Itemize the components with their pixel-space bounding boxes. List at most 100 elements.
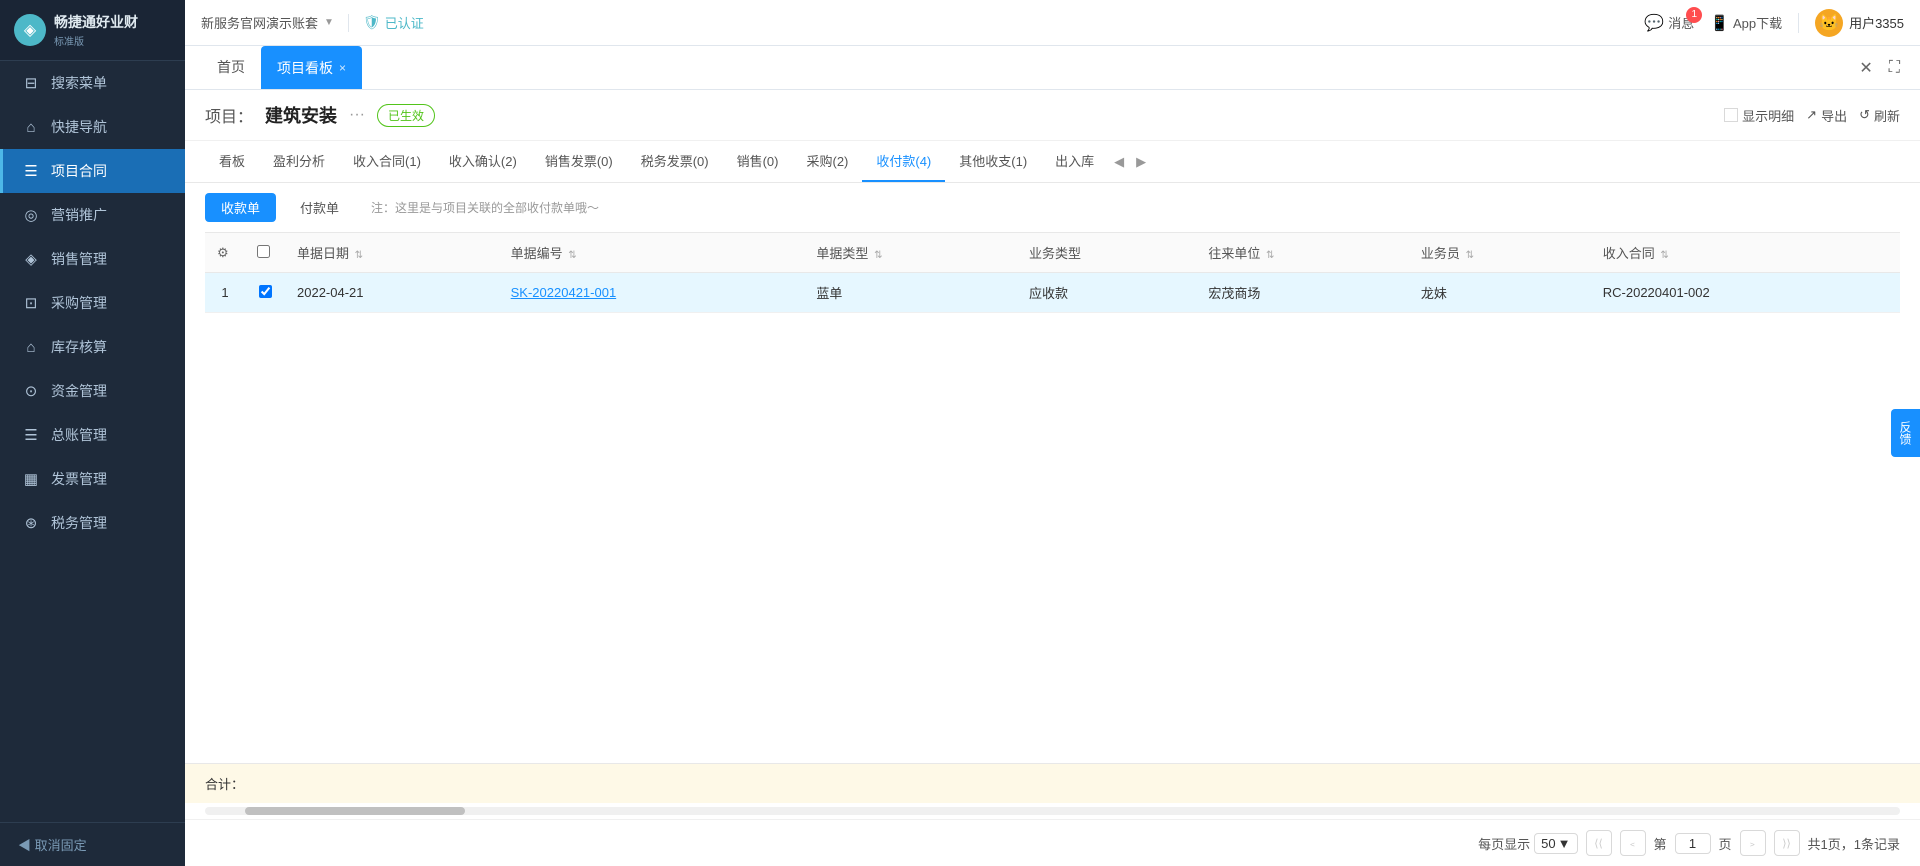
col-income-contract[interactable]: 收入合同 ⇅ bbox=[1591, 233, 1900, 273]
horizontal-scrollbar[interactable] bbox=[205, 807, 1900, 815]
search-menu-icon: ⊟ bbox=[21, 74, 41, 92]
feedback-button[interactable]: 反馈 bbox=[1891, 409, 1920, 457]
col-biz-type: 业务类型 bbox=[1017, 233, 1196, 273]
sidebar-unpin[interactable]: ◀ 取消固定 bbox=[0, 822, 185, 866]
tab-bar: 首页 项目看板 × ✕ ⛶ bbox=[185, 46, 1920, 90]
detail-checkbox[interactable] bbox=[1724, 108, 1738, 122]
tabs-container: 首页 项目看板 × bbox=[201, 46, 362, 89]
purchase-icon: ⊡ bbox=[21, 294, 41, 312]
sidebar-item-label: 项目合同 bbox=[51, 161, 107, 181]
sales-icon: ◈ bbox=[21, 250, 41, 268]
message-button[interactable]: 💬 消息 1 bbox=[1644, 13, 1694, 33]
prev-page-button[interactable]: ﹤ bbox=[1620, 830, 1646, 856]
sidebar-item-funds[interactable]: ⊙ 资金管理 bbox=[0, 369, 185, 413]
sidebar-item-label: 发票管理 bbox=[51, 469, 107, 489]
settings-icon[interactable]: ⚙ bbox=[217, 245, 229, 260]
show-detail-toggle[interactable]: 显示明细 bbox=[1724, 106, 1794, 125]
col-date-label: 单据日期 bbox=[297, 246, 349, 261]
sidebar-item-purchase[interactable]: ⊡ 采购管理 bbox=[0, 281, 185, 325]
tab-sales-invoice[interactable]: 销售发票(0) bbox=[531, 141, 627, 182]
refresh-icon: ↺ bbox=[1859, 107, 1870, 123]
tab-home[interactable]: 首页 bbox=[201, 46, 261, 89]
sidebar-item-invoice[interactable]: ▦ 发票管理 bbox=[0, 457, 185, 501]
tab-inout-label: 出入库 bbox=[1055, 151, 1094, 170]
document-link[interactable]: SK-20220421-001 bbox=[511, 285, 617, 300]
fullscreen-icon[interactable]: ⛶ bbox=[1885, 55, 1904, 81]
tab-purchase[interactable]: 采购(2) bbox=[792, 141, 862, 182]
row-number-cell[interactable]: SK-20220421-001 bbox=[499, 273, 805, 313]
next-page-button[interactable]: ﹥ bbox=[1740, 830, 1766, 856]
account-selector[interactable]: 新服务官网演示账套 ▼ bbox=[201, 13, 334, 32]
tab-other-income[interactable]: 其他收支(1) bbox=[945, 141, 1041, 182]
sidebar-item-search[interactable]: ⊟ 搜索菜单 bbox=[0, 61, 185, 105]
close-window-icon[interactable]: ✕ bbox=[1855, 54, 1876, 82]
show-detail-label: 显示明细 bbox=[1742, 106, 1794, 125]
select-all-checkbox[interactable] bbox=[257, 245, 270, 258]
sidebar-item-marketing[interactable]: ◎ 营销推广 bbox=[0, 193, 185, 237]
dropdown-icon: ▼ bbox=[324, 17, 334, 28]
sidebar-item-tax[interactable]: ⊛ 税务管理 bbox=[0, 501, 185, 545]
col-partner[interactable]: 往来单位 ⇅ bbox=[1196, 233, 1409, 273]
row-checkbox[interactable] bbox=[259, 285, 272, 298]
sidebar-item-label: 搜索菜单 bbox=[51, 73, 107, 93]
sort-icon: ⇅ bbox=[1660, 250, 1668, 261]
tab-sales-label: 销售(0) bbox=[737, 151, 779, 170]
avatar: 🐱 bbox=[1815, 9, 1843, 37]
col-settings[interactable]: ⚙ bbox=[205, 233, 245, 273]
sidebar-item-ledger[interactable]: ☰ 总账管理 bbox=[0, 413, 185, 457]
sort-icon: ⇅ bbox=[874, 250, 882, 261]
tab-tax-invoice[interactable]: 税务发票(0) bbox=[627, 141, 723, 182]
tab-income-confirm[interactable]: 收入确认(2) bbox=[435, 141, 531, 182]
row-biz-type: 应收款 bbox=[1017, 273, 1196, 313]
table-row[interactable]: 1 2022-04-21 SK-20220421-001 蓝单 应收款 宏茂商场… bbox=[205, 273, 1900, 313]
row-checkbox-cell[interactable] bbox=[245, 273, 285, 313]
app-download-button[interactable]: 📱 App下载 bbox=[1710, 13, 1782, 32]
row-date: 2022-04-21 bbox=[285, 273, 499, 313]
col-date[interactable]: 单据日期 ⇅ bbox=[285, 233, 499, 273]
inventory-icon: ⌂ bbox=[21, 339, 41, 356]
col-checkbox bbox=[245, 233, 285, 273]
more-options-icon[interactable]: ··· bbox=[349, 106, 365, 124]
user-menu[interactable]: 🐱 用户3355 bbox=[1815, 9, 1904, 37]
tab-collection[interactable]: 收付款(4) bbox=[862, 141, 945, 182]
project-status-badge: 已生效 bbox=[377, 104, 435, 127]
col-salesperson-label: 业务员 bbox=[1421, 246, 1460, 261]
sidebar-item-inventory[interactable]: ⌂ 库存核算 bbox=[0, 325, 185, 369]
first-page-button[interactable]: ⟨⟨ bbox=[1586, 830, 1612, 856]
tab-profit[interactable]: 盈利分析 bbox=[259, 141, 339, 182]
tab-project-kanban[interactable]: 项目看板 × bbox=[261, 46, 362, 89]
export-button[interactable]: ↗ 导出 bbox=[1806, 106, 1847, 125]
col-number-label: 单据编号 bbox=[511, 246, 563, 261]
page-size-dropdown[interactable]: 50 ▼ bbox=[1534, 833, 1577, 854]
tab-kanban[interactable]: 看板 bbox=[205, 141, 259, 182]
ledger-icon: ☰ bbox=[21, 426, 41, 444]
tab-close-icon[interactable]: × bbox=[339, 61, 346, 75]
message-icon: 💬 bbox=[1644, 13, 1664, 33]
sidebar-item-sales[interactable]: ◈ 销售管理 bbox=[0, 237, 185, 281]
account-name: 新服务官网演示账套 bbox=[201, 13, 318, 32]
col-salesperson[interactable]: 业务员 ⇅ bbox=[1409, 233, 1591, 273]
sidebar-item-quicknav[interactable]: ⌂ 快捷导航 bbox=[0, 105, 185, 149]
sort-icon: ⇅ bbox=[568, 250, 576, 261]
tab-income-contract[interactable]: 收入合同(1) bbox=[339, 141, 435, 182]
export-label: 导出 bbox=[1821, 106, 1847, 125]
tab-next-nav[interactable]: ▶ bbox=[1130, 154, 1152, 170]
row-partner: 宏茂商场 bbox=[1196, 273, 1409, 313]
sidebar-item-label: 采购管理 bbox=[51, 293, 107, 313]
last-page-button[interactable]: ⟩⟩ bbox=[1774, 830, 1800, 856]
collection-note: 注：这里是与项目关联的全部收付款单哦～ bbox=[371, 199, 599, 216]
home-icon: ⌂ bbox=[21, 119, 41, 136]
scrollbar-thumb[interactable] bbox=[245, 807, 465, 815]
sidebar-item-contract[interactable]: ☰ 项目合同 bbox=[0, 149, 185, 193]
receipt-tab[interactable]: 收款单 bbox=[205, 193, 276, 222]
page-number-input[interactable] bbox=[1675, 833, 1711, 854]
col-number[interactable]: 单据编号 ⇅ bbox=[499, 233, 805, 273]
tab-sales[interactable]: 销售(0) bbox=[723, 141, 793, 182]
col-type[interactable]: 单据类型 ⇅ bbox=[804, 233, 1017, 273]
sort-icon: ⇅ bbox=[1466, 250, 1474, 261]
tab-inout[interactable]: 出入库 bbox=[1041, 141, 1108, 182]
refresh-label: 刷新 bbox=[1874, 106, 1900, 125]
payment-tab[interactable]: 付款单 bbox=[284, 193, 355, 222]
tab-prev-nav[interactable]: ◀ bbox=[1108, 154, 1130, 170]
refresh-button[interactable]: ↺ 刷新 bbox=[1859, 106, 1900, 125]
